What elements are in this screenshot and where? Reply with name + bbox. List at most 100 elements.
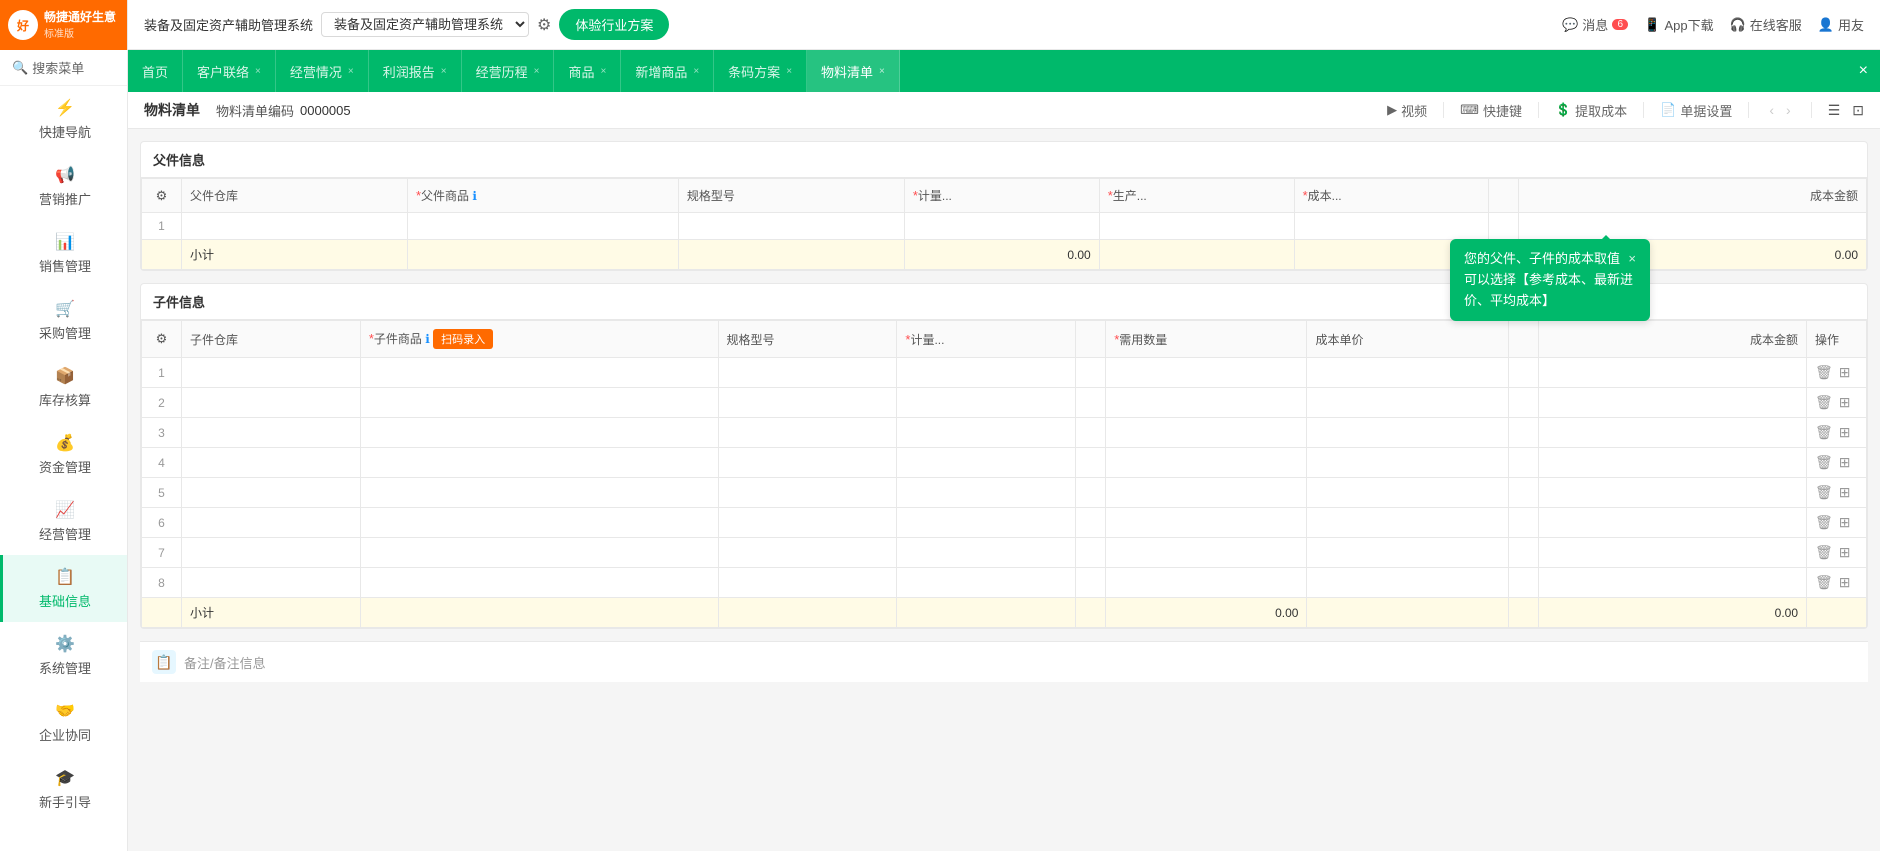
tab-close-all[interactable]: × <box>1847 50 1880 92</box>
copy-icon[interactable]: ⊞ <box>1839 514 1851 531</box>
child-unit-cost-cell[interactable] <box>1307 418 1508 448</box>
gear-icon[interactable]: ⚙ <box>537 15 551 35</box>
child-product-cell[interactable] <box>360 418 718 448</box>
tab-barcode[interactable]: 条码方案 × <box>714 50 807 92</box>
tab-profit-close[interactable]: × <box>441 66 447 77</box>
copy-icon[interactable]: ⊞ <box>1839 544 1851 561</box>
trial-button[interactable]: 体验行业方案 <box>559 9 669 40</box>
single-setting-action[interactable]: 📄 单据设置 <box>1660 101 1732 120</box>
child-spec-cell[interactable] <box>718 568 897 598</box>
delete-icon[interactable]: 🗑 <box>1815 364 1833 381</box>
child-spec-cell[interactable] <box>718 388 897 418</box>
tab-bom-close[interactable]: × <box>879 66 885 77</box>
child-unit-cell[interactable] <box>897 508 1076 538</box>
child-spec-cell[interactable] <box>718 478 897 508</box>
child-warehouse-cell[interactable] <box>182 448 361 478</box>
child-warehouse-cell[interactable] <box>182 388 361 418</box>
child-spec-cell[interactable] <box>718 358 897 388</box>
sidebar-search[interactable]: 🔍 搜索菜单 <box>0 50 127 86</box>
tab-customer[interactable]: 客户联络 × <box>183 50 276 92</box>
sidebar-item-finance[interactable]: 💰 资金管理 <box>0 421 127 488</box>
next-arrow[interactable]: › <box>1782 100 1795 120</box>
child-qty-cell[interactable] <box>1106 508 1307 538</box>
user-item[interactable]: 👤 用友 <box>1818 15 1864 34</box>
tab-barcode-close[interactable]: × <box>786 66 792 77</box>
parent-production-cell[interactable] <box>1099 213 1294 240</box>
child-unit-cost-cell[interactable] <box>1307 538 1508 568</box>
child-product-cell[interactable] <box>360 448 718 478</box>
child-qty-cell[interactable] <box>1106 478 1307 508</box>
tab-product[interactable]: 商品 × <box>554 50 621 92</box>
child-warehouse-cell[interactable] <box>182 358 361 388</box>
sidebar-item-basics[interactable]: 📋 基础信息 <box>0 555 127 622</box>
sidebar-item-enterprise[interactable]: 🤝 企业协同 <box>0 689 127 756</box>
child-unit-cost-cell[interactable] <box>1307 358 1508 388</box>
expand-icon[interactable]: ⊡ <box>1852 102 1864 119</box>
child-product-cell[interactable] <box>360 508 718 538</box>
child-qty-cell[interactable] <box>1106 388 1307 418</box>
tab-operation-status[interactable]: 经营情况 × <box>276 50 369 92</box>
child-qty-cell[interactable] <box>1106 358 1307 388</box>
system-selector[interactable]: 装备及固定资产辅助管理系统 <box>321 12 529 37</box>
sidebar-item-purchase[interactable]: 🛒 采购管理 <box>0 287 127 354</box>
tooltip-close-btn[interactable]: × <box>1628 249 1636 270</box>
parent-spec-cell[interactable] <box>678 213 904 240</box>
parent-unit-cell[interactable] <box>904 213 1099 240</box>
child-qty-cell[interactable] <box>1106 418 1307 448</box>
tab-new-product-close[interactable]: × <box>693 66 699 77</box>
parent-warehouse-cell[interactable] <box>182 213 408 240</box>
child-unit-cost-cell[interactable] <box>1307 388 1508 418</box>
scan-button[interactable]: 扫码录入 <box>433 329 493 349</box>
child-warehouse-cell[interactable] <box>182 478 361 508</box>
sidebar-item-guide[interactable]: 🎓 新手引导 <box>0 756 127 823</box>
copy-icon[interactable]: ⊞ <box>1839 394 1851 411</box>
parent-product-cell[interactable] <box>407 213 678 240</box>
delete-icon[interactable]: 🗑 <box>1815 454 1833 471</box>
tab-product-close[interactable]: × <box>600 66 606 77</box>
child-product-cell[interactable] <box>360 478 718 508</box>
delete-icon[interactable]: 🗑 <box>1815 544 1833 561</box>
child-product-cell[interactable] <box>360 538 718 568</box>
tab-process[interactable]: 经营历程 × <box>462 50 555 92</box>
sidebar-item-system[interactable]: ⚙️ 系统管理 <box>0 622 127 689</box>
child-warehouse-cell[interactable] <box>182 538 361 568</box>
th-gear[interactable]: ⚙ <box>142 179 182 213</box>
child-unit-cell[interactable] <box>897 448 1076 478</box>
extract-cost-action[interactable]: 💲 提取成本 <box>1555 101 1627 120</box>
message-item[interactable]: 💬 消息 6 <box>1562 15 1628 34</box>
sidebar-item-quick-nav[interactable]: ⚡ 快捷导航 <box>0 86 127 153</box>
sidebar-item-sales[interactable]: 📊 销售管理 <box>0 220 127 287</box>
shortcut-action[interactable]: ⌨ 快捷键 <box>1460 101 1522 120</box>
copy-icon[interactable]: ⊞ <box>1839 364 1851 381</box>
child-unit-cell[interactable] <box>897 538 1076 568</box>
delete-icon[interactable]: 🗑 <box>1815 484 1833 501</box>
th-child-gear[interactable]: ⚙ <box>142 321 182 358</box>
sidebar-item-marketing[interactable]: 📢 营销推广 <box>0 153 127 220</box>
parent-cost-cell[interactable] <box>1294 213 1489 240</box>
tab-bom[interactable]: 物料清单 × <box>807 50 900 92</box>
delete-icon[interactable]: 🗑 <box>1815 424 1833 441</box>
child-unit-cell[interactable] <box>897 388 1076 418</box>
tab-operation-close[interactable]: × <box>348 66 354 77</box>
child-spec-cell[interactable] <box>718 418 897 448</box>
tab-customer-close[interactable]: × <box>255 66 261 77</box>
child-unit-cost-cell[interactable] <box>1307 568 1508 598</box>
tab-profit[interactable]: 利润报告 × <box>369 50 462 92</box>
child-info-icon[interactable]: ℹ <box>425 332 430 346</box>
child-qty-cell[interactable] <box>1106 568 1307 598</box>
delete-icon[interactable]: 🗑 <box>1815 394 1833 411</box>
tab-new-product[interactable]: 新增商品 × <box>621 50 714 92</box>
layout-icon[interactable]: ☰ <box>1828 102 1841 119</box>
child-product-cell[interactable] <box>360 388 718 418</box>
view-action[interactable]: ▶ 视频 <box>1387 101 1427 120</box>
child-unit-cell[interactable] <box>897 418 1076 448</box>
tab-home[interactable]: 首页 <box>128 50 183 92</box>
child-product-cell[interactable] <box>360 568 718 598</box>
delete-icon[interactable]: 🗑 <box>1815 514 1833 531</box>
child-unit-cost-cell[interactable] <box>1307 478 1508 508</box>
child-warehouse-cell[interactable] <box>182 568 361 598</box>
child-unit-cell[interactable] <box>897 478 1076 508</box>
info-icon[interactable]: ℹ <box>472 189 477 203</box>
copy-icon[interactable]: ⊞ <box>1839 454 1851 471</box>
child-unit-cost-cell[interactable] <box>1307 508 1508 538</box>
